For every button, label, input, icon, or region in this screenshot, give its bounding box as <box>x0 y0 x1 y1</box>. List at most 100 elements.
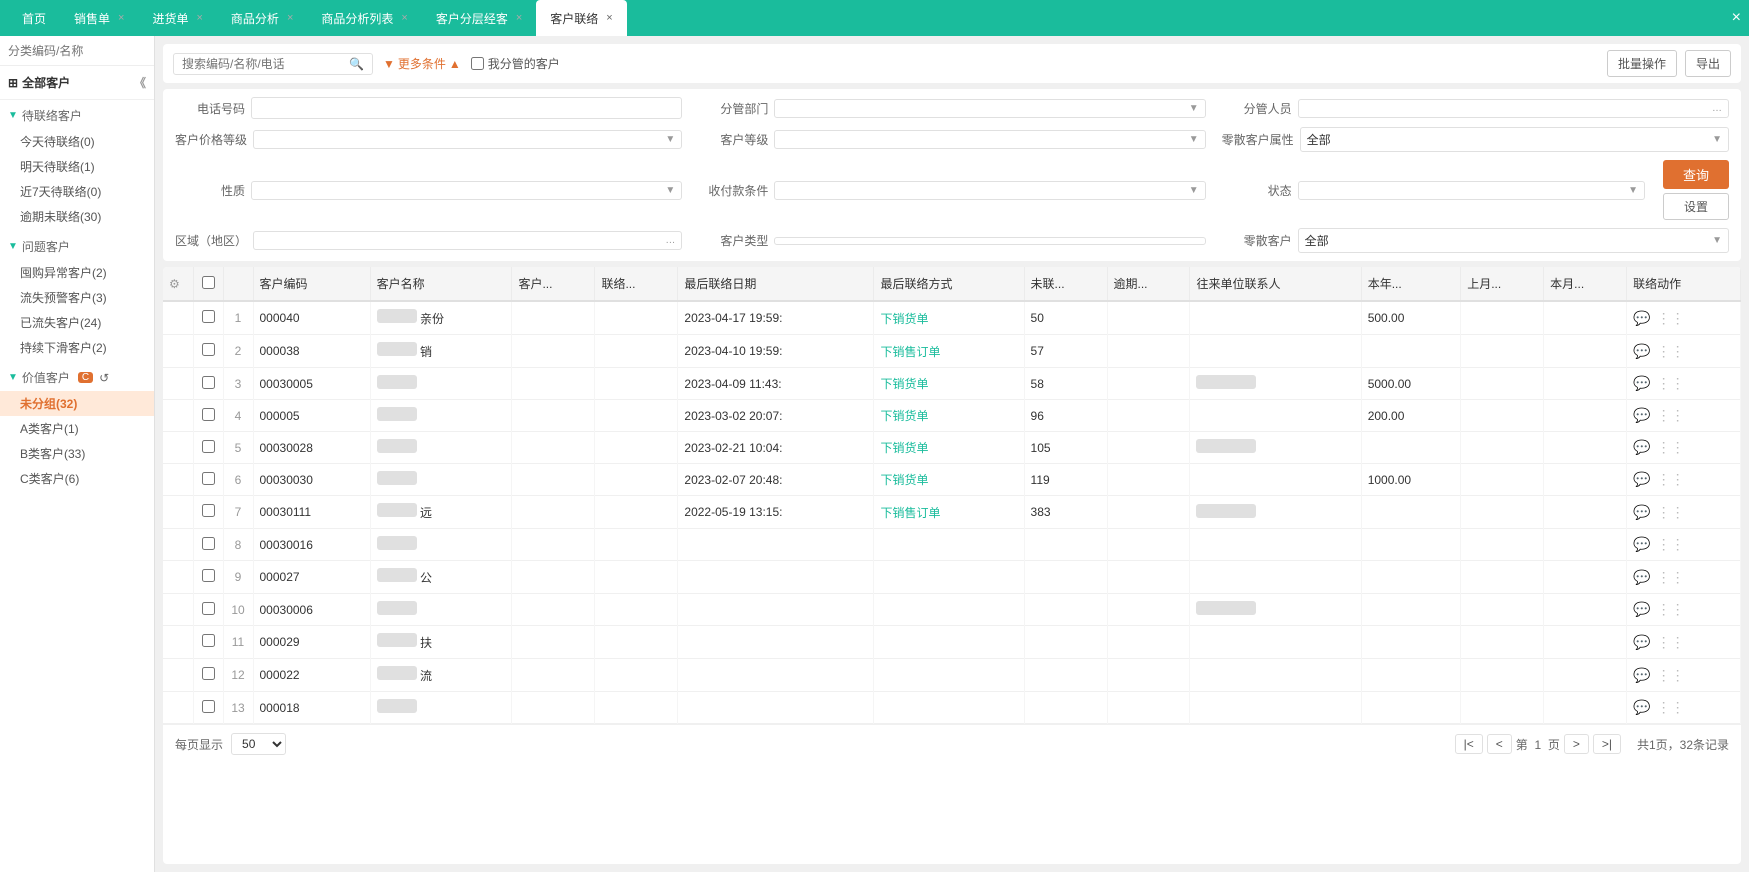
row-checkbox-10[interactable] <box>202 634 215 647</box>
tab-customer-contact[interactable]: 客户联络 × <box>536 0 626 36</box>
sidebar-item-today[interactable]: 今天待联络(0) <box>0 129 154 154</box>
action-grid-icon[interactable]: ⋮⋮ <box>1657 536 1685 553</box>
th-this-year[interactable]: 本年... <box>1361 267 1461 301</box>
person-select[interactable]: … <box>1298 99 1729 118</box>
action-chat-icon[interactable]: 💬 <box>1633 471 1650 488</box>
th-code[interactable]: 客户编码 <box>253 267 370 301</box>
th-contact[interactable]: 联络... <box>595 267 678 301</box>
tab-product-analysis-list[interactable]: 商品分析列表 × <box>307 0 421 36</box>
th-last-month[interactable]: 上月... <box>1461 267 1544 301</box>
section-pending-title[interactable]: ▼ 待联络客户 <box>0 102 154 129</box>
payment-select[interactable]: ▼ <box>774 181 1205 200</box>
th-overdue[interactable]: 逾期... <box>1107 267 1190 301</box>
customer-level-select[interactable]: ▼ <box>774 130 1205 149</box>
dept-select[interactable]: ▼ <box>774 99 1205 118</box>
close-purchase-icon[interactable]: × <box>196 12 202 24</box>
zero-customer-select[interactable]: 全部 ▼ <box>1298 228 1729 253</box>
action-chat-icon[interactable]: 💬 <box>1633 569 1650 586</box>
close-customer-segment-icon[interactable]: × <box>516 12 522 24</box>
phone-input[interactable] <box>251 97 682 119</box>
per-page-select[interactable]: 50 100 <box>231 733 286 755</box>
action-grid-icon[interactable]: ⋮⋮ <box>1657 310 1685 327</box>
status-select[interactable]: ▼ <box>1298 181 1645 200</box>
row-checkbox-0[interactable] <box>202 310 215 323</box>
row-checkbox-1[interactable] <box>202 343 215 356</box>
sidebar-item-lost[interactable]: 已流失客户(24) <box>0 310 154 335</box>
prev-page-button[interactable]: < <box>1487 734 1512 754</box>
row-checkbox-7[interactable] <box>202 537 215 550</box>
close-customer-contact-icon[interactable]: × <box>606 12 612 24</box>
action-chat-icon[interactable]: 💬 <box>1633 634 1650 651</box>
tab-product-analysis[interactable]: 商品分析 × <box>217 0 307 36</box>
close-product-analysis-list-icon[interactable]: × <box>401 12 407 24</box>
row-checkbox-5[interactable] <box>202 472 215 485</box>
action-grid-icon[interactable]: ⋮⋮ <box>1657 569 1685 586</box>
sidebar-item-tomorrow[interactable]: 明天待联络(1) <box>0 154 154 179</box>
action-grid-icon[interactable]: ⋮⋮ <box>1657 667 1685 684</box>
customer-type-select[interactable] <box>774 237 1205 245</box>
last-page-button[interactable]: >| <box>1593 734 1621 754</box>
close-sales-icon[interactable]: × <box>118 12 124 24</box>
tab-purchase[interactable]: 进货单 × <box>138 0 216 36</box>
action-grid-icon[interactable]: ⋮⋮ <box>1657 407 1685 424</box>
action-chat-icon[interactable]: 💬 <box>1633 375 1650 392</box>
row-checkbox-11[interactable] <box>202 667 215 680</box>
nature-select[interactable]: ▼ <box>251 181 682 200</box>
filter-search-input[interactable] <box>182 57 345 71</box>
th-this-month[interactable]: 本月... <box>1544 267 1627 301</box>
row-checkbox-4[interactable] <box>202 440 215 453</box>
action-chat-icon[interactable]: 💬 <box>1633 667 1650 684</box>
sidebar-item-abnormal[interactable]: 囤购异常客户(2) <box>0 260 154 285</box>
tab-sales[interactable]: 销售单 × <box>60 0 138 36</box>
first-page-button[interactable]: |< <box>1455 734 1483 754</box>
action-grid-icon[interactable]: ⋮⋮ <box>1657 504 1685 521</box>
action-chat-icon[interactable]: 💬 <box>1633 407 1650 424</box>
td-method-link[interactable]: 下销售订单 <box>880 506 940 520</box>
th-last-contact-method[interactable]: 最后联络方式 <box>874 267 1024 301</box>
nav-close-button[interactable]: × <box>1732 9 1741 27</box>
th-customer-type[interactable]: 客户... <box>512 267 595 301</box>
sidebar-item-overdue[interactable]: 逾期未联络(30) <box>0 204 154 229</box>
action-grid-icon[interactable]: ⋮⋮ <box>1657 634 1685 651</box>
table-settings-icon[interactable]: ⚙ <box>169 277 180 291</box>
td-method-link[interactable]: 下销货单 <box>880 409 928 423</box>
row-checkbox-8[interactable] <box>202 569 215 582</box>
action-chat-icon[interactable]: 💬 <box>1633 310 1650 327</box>
area-select[interactable]: … <box>253 231 682 250</box>
action-grid-icon[interactable]: ⋮⋮ <box>1657 601 1685 618</box>
td-method-link[interactable]: 下销货单 <box>880 441 928 455</box>
sidebar-item-ungrouped[interactable]: 未分组(32) <box>0 391 154 416</box>
td-method-link[interactable]: 下销货单 <box>880 377 928 391</box>
action-grid-icon[interactable]: ⋮⋮ <box>1657 699 1685 716</box>
th-name[interactable]: 客户名称 <box>370 267 512 301</box>
refresh-icon[interactable]: ↺ <box>99 371 109 385</box>
tab-customer-segment[interactable]: 客户分层经客 × <box>422 0 536 36</box>
action-chat-icon[interactable]: 💬 <box>1633 439 1650 456</box>
action-grid-icon[interactable]: ⋮⋮ <box>1657 375 1685 392</box>
sidebar-item-7days[interactable]: 近7天待联络(0) <box>0 179 154 204</box>
sidebar-item-class-a[interactable]: A类客户(1) <box>0 416 154 441</box>
tab-home[interactable]: 首页 <box>8 0 60 36</box>
zero-attr-select[interactable]: 全部 ▼ <box>1300 127 1729 152</box>
row-checkbox-2[interactable] <box>202 376 215 389</box>
my-customers-check[interactable] <box>471 57 484 70</box>
price-level-select[interactable]: ▼ <box>253 130 682 149</box>
row-checkbox-12[interactable] <box>202 700 215 713</box>
action-grid-icon[interactable]: ⋮⋮ <box>1657 439 1685 456</box>
batch-operation-button[interactable]: 批量操作 <box>1607 50 1677 77</box>
sidebar-item-warning[interactable]: 流失预警客户(3) <box>0 285 154 310</box>
reset-button[interactable]: 设置 <box>1663 193 1729 220</box>
my-customers-checkbox[interactable]: 我分管的客户 <box>471 55 560 72</box>
td-method-link[interactable]: 下销售订单 <box>880 345 940 359</box>
row-checkbox-3[interactable] <box>202 408 215 421</box>
action-chat-icon[interactable]: 💬 <box>1633 699 1650 716</box>
row-checkbox-6[interactable] <box>202 504 215 517</box>
action-chat-icon[interactable]: 💬 <box>1633 536 1650 553</box>
section-value-title[interactable]: ▼ 价值客户 C ↺ <box>0 364 154 391</box>
select-all-checkbox[interactable] <box>202 276 215 289</box>
export-button[interactable]: 导出 <box>1685 50 1731 77</box>
action-chat-icon[interactable]: 💬 <box>1633 343 1650 360</box>
sidebar-collapse-icon[interactable]: 《 <box>134 74 146 91</box>
th-company-contact[interactable]: 往来单位联系人 <box>1190 267 1361 301</box>
close-product-analysis-icon[interactable]: × <box>287 12 293 24</box>
